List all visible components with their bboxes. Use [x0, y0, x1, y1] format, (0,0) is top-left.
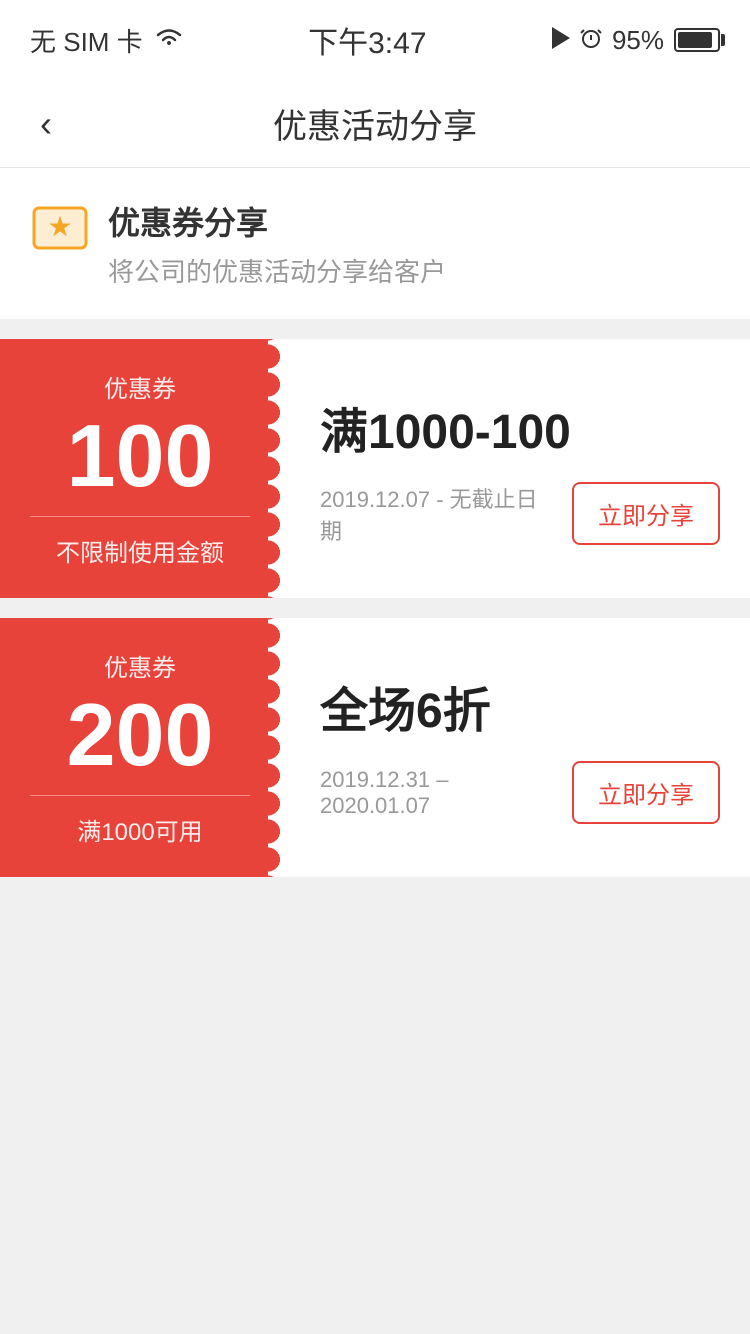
carrier-text: 无 SIM 卡	[30, 22, 143, 59]
coupon-card-1: 优惠券 100 不限制使用金额 满1000-100 2019.12.07 - 无…	[0, 339, 750, 598]
coupon-bottom-2: 2019.12.31 – 2020.01.07 立即分享	[320, 761, 720, 824]
coupon-date-2: 2019.12.31 – 2020.01.07	[320, 767, 556, 819]
status-left: 无 SIM 卡	[30, 22, 183, 59]
coupon-date-1: 2019.12.07 - 无截止日期	[320, 482, 556, 546]
coupon-right-1: 满1000-100 2019.12.07 - 无截止日期 立即分享	[280, 339, 750, 598]
coupon-left-1: 优惠券 100 不限制使用金额	[0, 339, 280, 598]
coupon-name-2: 全场6折	[320, 671, 720, 741]
svg-text:★: ★	[47, 211, 72, 242]
status-right: 95%	[552, 25, 720, 56]
coupon-divider-1	[30, 516, 250, 517]
coupon-card-2: 优惠券 200 满1000可用 全场6折 2019.12.31 – 2020.0…	[0, 618, 750, 877]
nav-bar: ‹ 优惠活动分享	[0, 80, 750, 168]
section-title: 优惠券分享	[108, 198, 446, 244]
location-icon	[552, 25, 570, 56]
back-button[interactable]: ‹	[30, 93, 62, 155]
coupon-divider-2	[30, 795, 250, 796]
alarm-icon	[580, 25, 602, 56]
section-subtitle: 将公司的优惠活动分享给客户	[108, 252, 446, 289]
coupon-right-2: 全场6折 2019.12.31 – 2020.01.07 立即分享	[280, 618, 750, 877]
section-header: ★ 优惠券分享 将公司的优惠活动分享给客户	[0, 168, 750, 319]
coupon-label-2: 优惠券	[104, 648, 176, 683]
wifi-icon	[155, 25, 183, 56]
battery-icon	[674, 28, 720, 52]
coupon-bottom-1: 2019.12.07 - 无截止日期 立即分享	[320, 482, 720, 546]
section-info: 优惠券分享 将公司的优惠活动分享给客户	[108, 198, 446, 289]
page-content: ★ 优惠券分享 将公司的优惠活动分享给客户 优惠券 100 不限制使用金额 满1…	[0, 168, 750, 907]
coupon-label-1: 优惠券	[104, 369, 176, 404]
coupon-condition-2: 满1000可用	[77, 812, 202, 847]
share-button-2[interactable]: 立即分享	[572, 761, 720, 824]
status-bar: 无 SIM 卡 下午3:47 95%	[0, 0, 750, 80]
page-title: 优惠活动分享	[273, 99, 477, 148]
coupon-left-2: 优惠券 200 满1000可用	[0, 618, 280, 877]
status-time: 下午3:47	[308, 18, 426, 62]
coupon-list: 优惠券 100 不限制使用金额 满1000-100 2019.12.07 - 无…	[0, 339, 750, 907]
share-button-1[interactable]: 立即分享	[572, 482, 720, 545]
coupon-condition-1: 不限制使用金额	[56, 533, 224, 568]
coupon-icon: ★	[30, 198, 90, 258]
coupon-amount-2: 200	[67, 691, 214, 779]
coupon-name-1: 满1000-100	[320, 392, 720, 462]
coupon-amount-1: 100	[67, 412, 214, 500]
battery-percent: 95%	[612, 25, 664, 56]
